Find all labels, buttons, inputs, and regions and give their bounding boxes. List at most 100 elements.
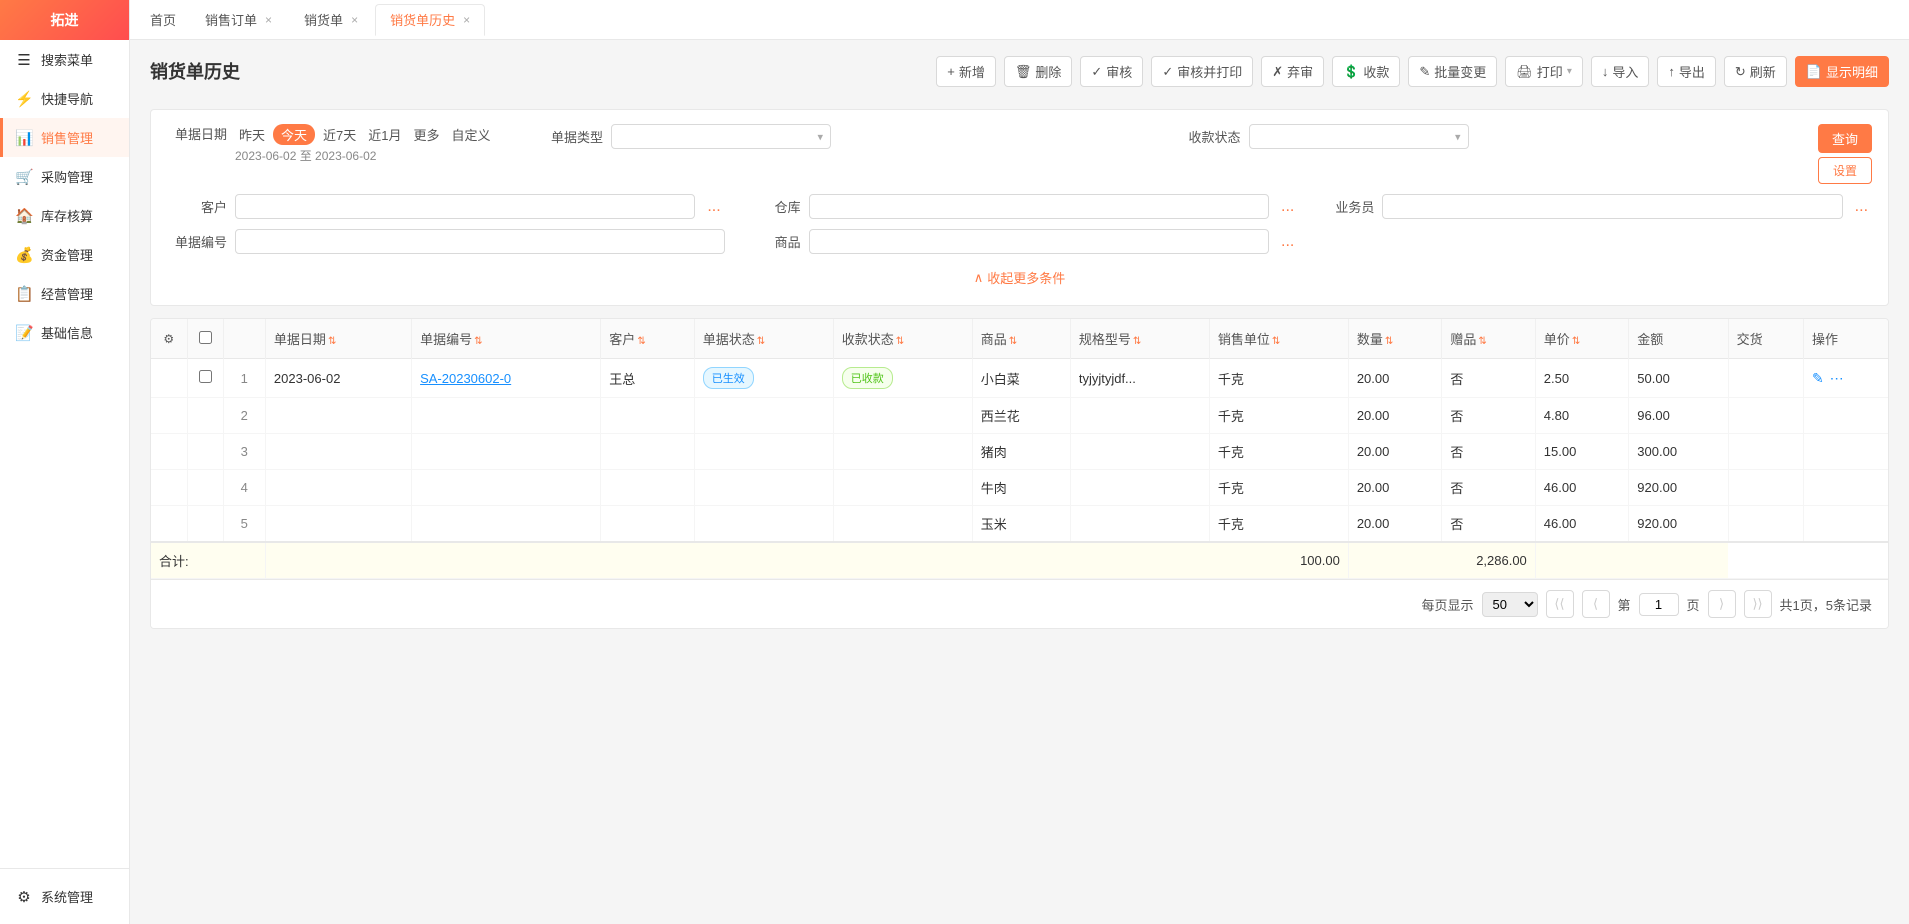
7days-shortcut[interactable]: 近7天	[319, 124, 360, 145]
th-amount: 金额	[1629, 319, 1728, 359]
yesterday-shortcut[interactable]: 昨天	[235, 124, 269, 145]
th-action: 操作	[1803, 319, 1888, 359]
add-button[interactable]: + 新增	[936, 56, 996, 87]
row-checkbox-cell[interactable]	[187, 470, 223, 506]
more-shortcut[interactable]: 更多	[410, 124, 444, 145]
tab-close-sales-history[interactable]: ×	[463, 13, 470, 27]
today-shortcut[interactable]: 今天	[273, 124, 315, 145]
row-checkbox[interactable]	[199, 370, 212, 383]
th-spec[interactable]: 规格型号⇅	[1070, 319, 1209, 359]
th-settings[interactable]: ⚙	[151, 319, 187, 359]
purchase-icon: 🛒	[15, 168, 33, 186]
tab-sales-goods[interactable]: 销货单 ×	[289, 4, 373, 36]
delete-button[interactable]: 🗑 删除	[1004, 56, 1073, 87]
prev-page-button[interactable]: ⟨	[1582, 590, 1610, 618]
sidebar-item-label: 资金管理	[41, 245, 93, 264]
collapse-button[interactable]: ∧ 收起更多条件	[974, 264, 1066, 291]
settings-button[interactable]: 设置	[1818, 157, 1872, 184]
dropdown-icon: ▾	[1567, 66, 1572, 77]
row-doc-number	[412, 434, 601, 470]
row-checkbox-cell[interactable]	[187, 506, 223, 543]
sidebar-item-operations[interactable]: 📋 经营管理	[0, 274, 129, 313]
data-table-wrapper: ⚙ 单据日期⇅ 单据编号⇅ 客户⇅ 单据状态⇅ 收款状态⇅ 商品⇅ 规格型号⇅ …	[150, 318, 1889, 629]
customer-input[interactable]	[235, 194, 695, 219]
more-action-icon[interactable]: ⋯	[1830, 370, 1844, 387]
query-button[interactable]: 查询	[1818, 124, 1872, 153]
th-payment-status[interactable]: 收款状态⇅	[833, 319, 972, 359]
row-checkbox-cell[interactable]	[187, 398, 223, 434]
row-checkbox-cell[interactable]	[187, 359, 223, 398]
warehouse-input[interactable]	[809, 194, 1269, 219]
th-unit-price[interactable]: 单价⇅	[1535, 319, 1628, 359]
tab-sales-history[interactable]: 销货单历史 ×	[375, 4, 485, 36]
sidebar-item-base-info[interactable]: 📝 基础信息	[0, 313, 129, 352]
tabs-bar: 首页 销售订单 × 销货单 × 销货单历史 ×	[130, 0, 1909, 40]
row-trade	[1728, 470, 1803, 506]
edit-action-icon[interactable]: ✎	[1812, 370, 1824, 387]
salesman-input[interactable]	[1382, 194, 1842, 219]
row-doc-number[interactable]: SA-20230602-0	[412, 359, 601, 398]
salesman-label: 业务员	[1314, 197, 1374, 216]
th-customer[interactable]: 客户⇅	[601, 319, 694, 359]
tab-close-sales-order[interactable]: ×	[265, 13, 272, 27]
page-size-select[interactable]: 50 20 100	[1482, 592, 1538, 617]
select-all-checkbox[interactable]	[199, 331, 212, 344]
1month-shortcut[interactable]: 近1月	[364, 124, 405, 145]
audit-print-icon: ✓	[1162, 64, 1173, 80]
row-gift: 否	[1442, 398, 1535, 434]
collect-button[interactable]: 💲 收款	[1332, 56, 1400, 87]
abandon-button[interactable]: ✗ 弃审	[1261, 56, 1324, 87]
sidebar-item-quick-nav[interactable]: ⚡ 快捷导航	[0, 79, 129, 118]
goods-dots[interactable]: ...	[1277, 233, 1298, 251]
th-unit[interactable]: 销售单位⇅	[1209, 319, 1348, 359]
row-checkbox-cell[interactable]	[187, 434, 223, 470]
th-doc-date[interactable]: 单据日期⇅	[265, 319, 411, 359]
page-number-input[interactable]: 1	[1639, 593, 1679, 616]
salesman-dots[interactable]: ...	[1851, 198, 1872, 216]
doc-number-input[interactable]	[235, 229, 725, 254]
last-page-button[interactable]: ⟩⟩	[1744, 590, 1772, 618]
warehouse-dots[interactable]: ...	[1277, 198, 1298, 216]
export-button[interactable]: ↑ 导出	[1657, 56, 1716, 87]
show-detail-button[interactable]: 📄 显示明细	[1795, 56, 1889, 87]
tab-sales-order[interactable]: 销售订单 ×	[190, 4, 287, 36]
sidebar-item-system[interactable]: ⚙ 系统管理	[0, 877, 129, 916]
goods-input[interactable]	[809, 229, 1269, 254]
sidebar-item-inventory[interactable]: 🏠 库存核算	[0, 196, 129, 235]
row-payment-status	[833, 434, 972, 470]
custom-shortcut[interactable]: 自定义	[448, 124, 495, 145]
sort-unit-icon: ⇅	[1272, 336, 1280, 347]
tab-home[interactable]: 首页	[138, 4, 188, 36]
audit-button[interactable]: ✓ 审核	[1080, 56, 1143, 87]
sidebar-item-search-menu[interactable]: ☰ 搜索菜单	[0, 40, 129, 79]
sort-customer-icon: ⇅	[637, 336, 645, 347]
import-button[interactable]: ↓ 导入	[1591, 56, 1650, 87]
first-page-button[interactable]: ⟨⟨	[1546, 590, 1574, 618]
print-button[interactable]: 🖨 打印 ▾	[1505, 56, 1583, 87]
payment-status-select[interactable]	[1249, 124, 1469, 149]
row-settings	[151, 506, 187, 543]
batch-change-button[interactable]: ✎ 批量变更	[1408, 56, 1497, 87]
tab-close-sales-goods[interactable]: ×	[351, 13, 358, 27]
th-quantity[interactable]: 数量⇅	[1348, 319, 1441, 359]
show-detail-icon: 📄	[1806, 64, 1822, 80]
th-doc-number[interactable]: 单据编号⇅	[412, 319, 601, 359]
operations-icon: 📋	[15, 285, 33, 303]
th-goods[interactable]: 商品⇅	[972, 319, 1070, 359]
warehouse-label: 仓库	[741, 197, 801, 216]
sidebar-item-purchase[interactable]: 🛒 采购管理	[0, 157, 129, 196]
next-page-button[interactable]: ⟩	[1708, 590, 1736, 618]
doc-type-select[interactable]	[611, 124, 831, 149]
summary-label: 合计:	[151, 542, 265, 579]
audit-print-button[interactable]: ✓ 审核并打印	[1151, 56, 1253, 87]
sort-unit-price-icon: ⇅	[1572, 336, 1580, 347]
sidebar-item-sales[interactable]: 📊 销售管理	[0, 118, 129, 157]
th-doc-status[interactable]: 单据状态⇅	[694, 319, 833, 359]
refresh-button[interactable]: ↻ 刷新	[1724, 56, 1787, 87]
th-checkbox[interactable]	[187, 319, 223, 359]
row-action	[1803, 434, 1888, 470]
sidebar-item-label: 采购管理	[41, 167, 93, 186]
sidebar-item-finance[interactable]: 💰 资金管理	[0, 235, 129, 274]
th-gift[interactable]: 赠品⇅	[1442, 319, 1535, 359]
customer-dots[interactable]: ...	[703, 198, 724, 216]
